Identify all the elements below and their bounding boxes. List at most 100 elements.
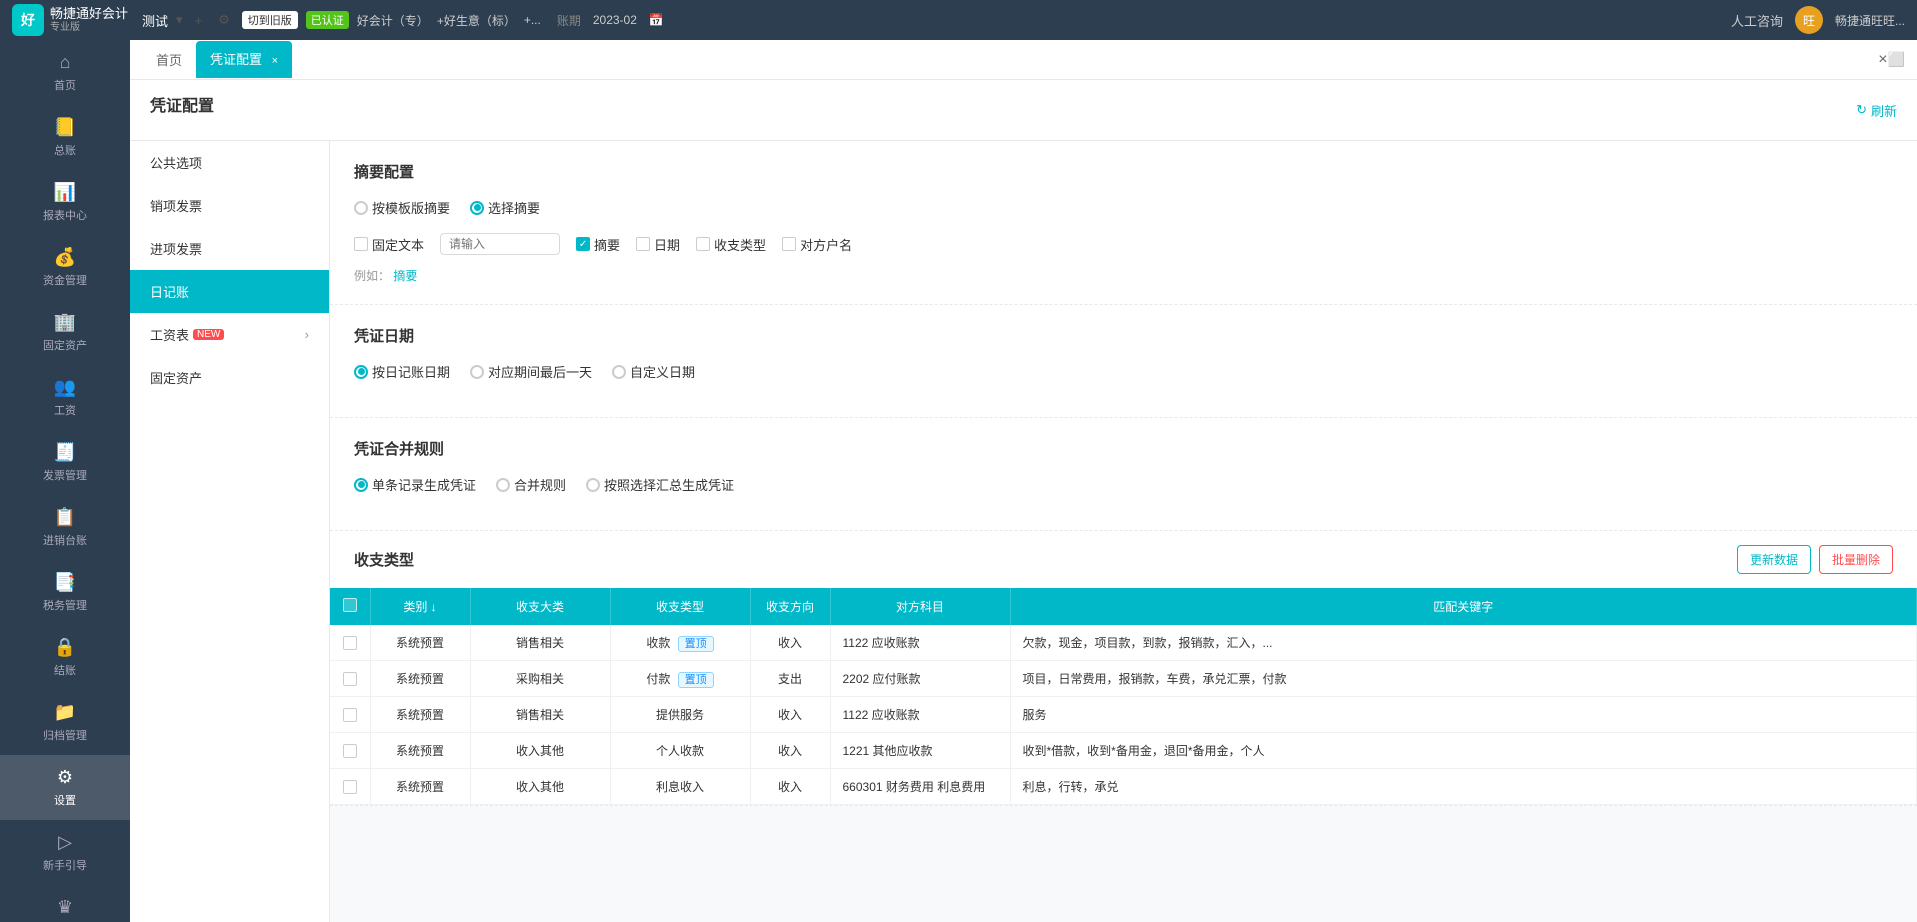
radio-circle-single bbox=[354, 478, 368, 492]
help-label[interactable]: 人工咨询 bbox=[1731, 11, 1783, 30]
row-checkbox-3[interactable] bbox=[343, 708, 357, 722]
refresh-icon: ↻ bbox=[1856, 102, 1867, 118]
example-text: 例如： 摘要 bbox=[354, 267, 1893, 284]
left-nav-purchase-invoice[interactable]: 进项发票 bbox=[130, 227, 329, 270]
table-row: 系统预置 采购相关 付款 置顶 支出 2202 应付账款 项目，日常 bbox=[330, 661, 1917, 697]
radio-circle-rule bbox=[496, 478, 510, 492]
row-checkbox-2[interactable] bbox=[343, 672, 357, 686]
sidebar-label-settings: 设置 bbox=[54, 792, 76, 808]
merge-radio-rule[interactable]: 合并规则 bbox=[496, 475, 566, 494]
sidebar-item-guide[interactable]: ▷ 新手引导 bbox=[0, 820, 130, 885]
settings-icon: ⚙ bbox=[57, 767, 73, 788]
left-nav-payroll-table[interactable]: 工资表 NEW › bbox=[130, 313, 329, 356]
sidebar-item-general-ledger[interactable]: 📒 总账 bbox=[0, 105, 130, 170]
date-radio-journal[interactable]: 按日记账日期 bbox=[354, 362, 450, 381]
left-nav-sales-invoice[interactable]: 销项发票 bbox=[130, 184, 329, 227]
sidebar-item-tax[interactable]: 📑 税务管理 bbox=[0, 560, 130, 625]
fixed-text-input[interactable] bbox=[440, 233, 560, 255]
sidebar-item-member[interactable]: ♛ 畅会员 bbox=[0, 885, 130, 922]
tag-3: +... bbox=[524, 13, 541, 27]
th-category: 类别 ↓ bbox=[370, 588, 470, 625]
summary-radio-select[interactable]: 选择摘要 bbox=[470, 198, 540, 217]
checkbox-box-counterpart bbox=[782, 237, 796, 251]
td-type-4: 个人收款 bbox=[610, 733, 750, 769]
batch-delete-btn[interactable]: 批量删除 bbox=[1819, 545, 1893, 574]
td-direction-5: 收入 bbox=[750, 769, 830, 805]
row-checkbox-1[interactable] bbox=[343, 636, 357, 650]
checkbox-box-date bbox=[636, 237, 650, 251]
update-data-btn[interactable]: 更新数据 bbox=[1737, 545, 1811, 574]
switch-old-btn[interactable]: 切到旧版 bbox=[242, 11, 298, 29]
summary-radio-template[interactable]: 按模板版摘要 bbox=[354, 198, 450, 217]
td-major-3: 销售相关 bbox=[470, 697, 610, 733]
dropdown-arrow[interactable]: ▾ bbox=[176, 12, 183, 28]
sidebar-label-closing: 结账 bbox=[54, 662, 76, 678]
td-check-3[interactable] bbox=[330, 697, 370, 733]
sidebar-item-payroll[interactable]: 👥 工资 bbox=[0, 365, 130, 430]
sidebar-item-invoice[interactable]: 🧾 发票管理 bbox=[0, 430, 130, 495]
merge-radio-single[interactable]: 单条记录生成凭证 bbox=[354, 475, 476, 494]
tab-close-btn[interactable]: × bbox=[272, 55, 278, 67]
checkbox-counterpart[interactable]: 对方户名 bbox=[782, 235, 852, 254]
table-action-buttons: 更新数据 批量删除 bbox=[1737, 545, 1893, 574]
th-checkbox[interactable] bbox=[330, 588, 370, 625]
new-badge: NEW bbox=[193, 329, 224, 340]
td-direction-4: 收入 bbox=[750, 733, 830, 769]
sidebar-item-fixed-assets[interactable]: 🏢 固定资产 bbox=[0, 300, 130, 365]
user-avatar[interactable]: 旺 bbox=[1795, 6, 1823, 34]
sidebar-label-guide: 新手引导 bbox=[43, 857, 87, 873]
left-nav-fixed-assets[interactable]: 固定资产 bbox=[130, 356, 329, 399]
date-section: 凭证日期 按日记账日期 对应期间最后一天 bbox=[330, 305, 1917, 418]
th-type: 收支类型 bbox=[610, 588, 750, 625]
left-nav-journal[interactable]: 日记账 bbox=[130, 270, 329, 313]
sidebar-item-reports[interactable]: 📊 报表中心 bbox=[0, 170, 130, 235]
select-all-checkbox[interactable] bbox=[343, 598, 357, 612]
top-settings-icon[interactable]: ⚙ bbox=[218, 12, 230, 28]
checkbox-fixed-text[interactable]: 固定文本 bbox=[354, 235, 424, 254]
td-major-5: 收入其他 bbox=[470, 769, 610, 805]
current-file[interactable]: 测试 bbox=[142, 11, 168, 30]
pin-tag-2: 置顶 bbox=[678, 672, 714, 688]
date-radio-period-last[interactable]: 对应期间最后一天 bbox=[470, 362, 592, 381]
sidebar-item-closing[interactable]: 🔒 结账 bbox=[0, 625, 130, 690]
user-name[interactable]: 畅捷通旺旺... bbox=[1835, 12, 1905, 29]
date-radio-custom[interactable]: 自定义日期 bbox=[612, 362, 695, 381]
left-nav-public[interactable]: 公共选项 bbox=[130, 141, 329, 184]
radio-circle-journal bbox=[354, 365, 368, 379]
checkbox-date[interactable]: 日期 bbox=[636, 235, 680, 254]
tab-voucher-config[interactable]: 凭证配置 × bbox=[196, 41, 292, 78]
sidebar-item-home[interactable]: ⌂ 首页 bbox=[0, 40, 130, 105]
checkbox-income-type[interactable]: 收支类型 bbox=[696, 235, 766, 254]
sidebar-item-fund[interactable]: 💰 资金管理 bbox=[0, 235, 130, 300]
purchase-sales-icon: 📋 bbox=[54, 507, 76, 528]
window-close-btn[interactable]: × bbox=[1878, 51, 1887, 69]
guide-icon: ▷ bbox=[58, 832, 72, 853]
td-account-3: 1122 应收账款 bbox=[830, 697, 1010, 733]
sidebar-label-home: 首页 bbox=[54, 77, 76, 93]
row-checkbox-5[interactable] bbox=[343, 780, 357, 794]
invoice-icon: 🧾 bbox=[54, 442, 76, 463]
refresh-btn[interactable]: ↻ 刷新 bbox=[1856, 101, 1897, 120]
checkbox-box-income-type bbox=[696, 237, 710, 251]
merge-radio-total[interactable]: 按照选择汇总生成凭证 bbox=[586, 475, 734, 494]
checkbox-box-fixed-text bbox=[354, 237, 368, 251]
row-checkbox-4[interactable] bbox=[343, 744, 357, 758]
sidebar-label-purchase-sales: 进销台账 bbox=[43, 532, 87, 548]
sidebar-item-settings[interactable]: ⚙ 设置 bbox=[0, 755, 130, 820]
td-category-3: 系统预置 bbox=[370, 697, 470, 733]
table-row: 系统预置 销售相关 收款 置顶 收入 1122 应收账款 欠款，现金 bbox=[330, 625, 1917, 661]
td-check-2[interactable] bbox=[330, 661, 370, 697]
checkbox-summary[interactable]: ✓ 摘要 bbox=[576, 235, 620, 254]
sidebar-item-purchase-sales[interactable]: 📋 进销台账 bbox=[0, 495, 130, 560]
top-add-icon[interactable]: + bbox=[195, 13, 203, 28]
td-check-1[interactable] bbox=[330, 625, 370, 661]
td-major-1: 销售相关 bbox=[470, 625, 610, 661]
window-maximize-btn[interactable]: ⬜ bbox=[1888, 51, 1905, 68]
archive-icon: 📁 bbox=[54, 702, 76, 723]
tab-home[interactable]: 首页 bbox=[142, 42, 196, 77]
sidebar-item-archive[interactable]: 📁 归档管理 bbox=[0, 690, 130, 755]
calendar-icon[interactable]: 📅 bbox=[649, 13, 664, 27]
td-check-4[interactable] bbox=[330, 733, 370, 769]
merge-section: 凭证合并规则 单条记录生成凭证 合并规则 bbox=[330, 418, 1917, 531]
td-check-5[interactable] bbox=[330, 769, 370, 805]
